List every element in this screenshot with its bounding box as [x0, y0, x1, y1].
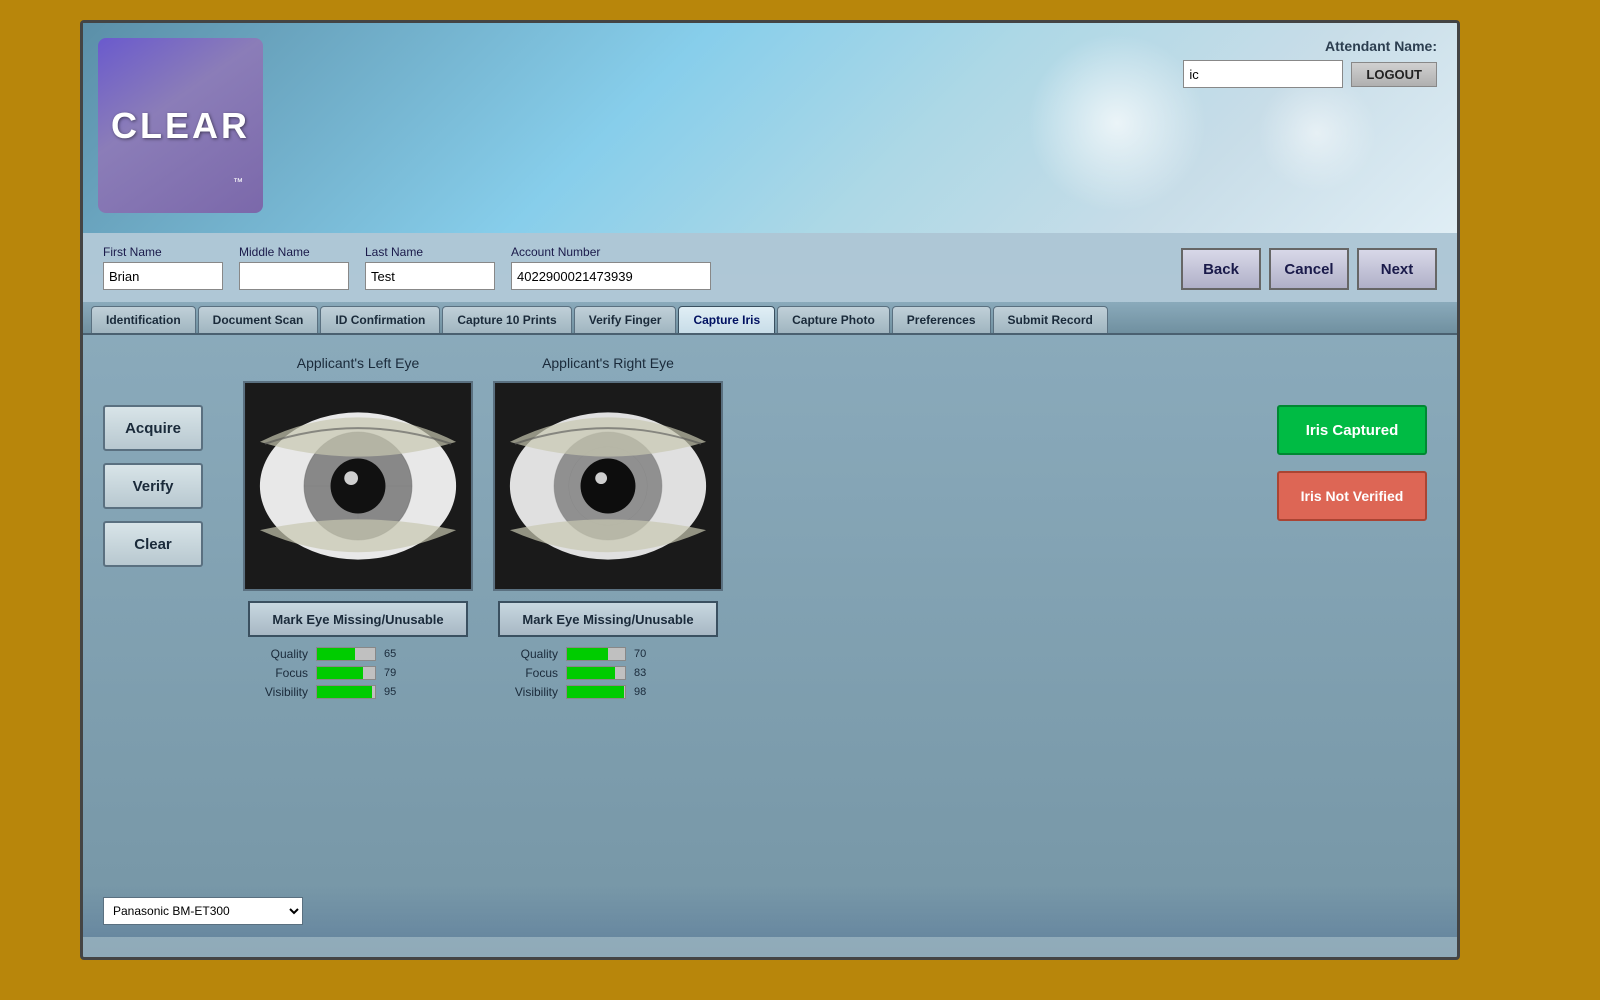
left-focus-bar: [316, 666, 376, 680]
middle-name-label: Middle Name: [239, 245, 349, 259]
left-quality-value: 65: [384, 648, 396, 660]
logo-box: CLEAR ™: [98, 38, 263, 213]
account-number-group: Account Number: [511, 245, 711, 290]
left-quality-fill: [317, 648, 355, 660]
left-visibility-value: 95: [384, 686, 396, 698]
attendant-label: Attendant Name:: [1325, 38, 1437, 54]
left-quality-row: Quality 65: [248, 647, 468, 661]
verify-button[interactable]: Verify: [103, 463, 203, 509]
right-focus-row: Focus 83: [498, 666, 718, 680]
left-focus-value: 79: [384, 667, 396, 679]
right-visibility-value: 98: [634, 686, 646, 698]
left-visibility-label: Visibility: [248, 685, 308, 699]
middle-name-group: Middle Name: [239, 245, 349, 290]
right-focus-bar: [566, 666, 626, 680]
left-visibility-row: Visibility 95: [248, 685, 468, 699]
right-eye-panel: Applicant's Right Eye: [493, 355, 723, 865]
left-mark-eye-button[interactable]: Mark Eye Missing/Unusable: [248, 601, 468, 637]
left-quality-section: Quality 65 Focus 79 Visibi: [248, 647, 468, 699]
right-quality-value: 70: [634, 648, 646, 660]
tab-capture-photo[interactable]: Capture Photo: [777, 306, 890, 333]
tab-identification[interactable]: Identification: [91, 306, 196, 333]
clear-button[interactable]: Clear: [103, 521, 203, 567]
right-quality-bar: [566, 647, 626, 661]
iris-not-verified-status: Iris Not Verified: [1277, 471, 1427, 521]
right-visibility-fill: [567, 686, 624, 698]
right-eye-svg: [495, 383, 721, 589]
header-right: Attendant Name: LOGOUT: [1183, 38, 1437, 88]
first-name-group: First Name: [103, 245, 223, 290]
next-button[interactable]: Next: [1357, 248, 1437, 290]
tab-verify-finger[interactable]: Verify Finger: [574, 306, 677, 333]
main-content: Acquire Verify Clear Applicant's Left Ey…: [83, 335, 1457, 885]
left-visibility-bar: [316, 685, 376, 699]
form-buttons: Back Cancel Next: [1181, 248, 1437, 290]
left-controls: Acquire Verify Clear: [103, 355, 223, 865]
left-quality-label: Quality: [248, 647, 308, 661]
acquire-button[interactable]: Acquire: [103, 405, 203, 451]
right-focus-value: 83: [634, 667, 646, 679]
right-quality-fill: [567, 648, 608, 660]
left-eye-title: Applicant's Left Eye: [297, 355, 420, 371]
right-focus-label: Focus: [498, 666, 558, 680]
right-quality-label: Quality: [498, 647, 558, 661]
attendant-input[interactable]: [1183, 60, 1343, 88]
tab-preferences[interactable]: Preferences: [892, 306, 991, 333]
tab-capture-iris[interactable]: Capture Iris: [678, 306, 775, 333]
tab-id-confirmation[interactable]: ID Confirmation: [320, 306, 440, 333]
tab-submit-record[interactable]: Submit Record: [993, 306, 1108, 333]
screen-container: CLEAR ™ Attendant Name: LOGOUT First Nam…: [80, 20, 1460, 960]
tab-document-scan[interactable]: Document Scan: [198, 306, 319, 333]
first-name-label: First Name: [103, 245, 223, 259]
right-visibility-bar: [566, 685, 626, 699]
attendant-row: LOGOUT: [1183, 60, 1437, 88]
left-quality-bar: [316, 647, 376, 661]
device-select[interactable]: Panasonic BM-ET300: [103, 897, 303, 925]
form-area: First Name Middle Name Last Name Account…: [83, 233, 1457, 302]
last-name-label: Last Name: [365, 245, 495, 259]
last-name-input[interactable]: [365, 262, 495, 290]
logout-button[interactable]: LOGOUT: [1351, 62, 1437, 87]
right-quality-row: Quality 70: [498, 647, 718, 661]
left-eye-svg: [245, 383, 471, 589]
right-eye-image: [493, 381, 723, 591]
cancel-button[interactable]: Cancel: [1269, 248, 1349, 290]
right-status: Iris Captured Iris Not Verified: [1277, 355, 1437, 865]
right-quality-section: Quality 70 Focus 83 Visibi: [498, 647, 718, 699]
left-eye-image: [243, 381, 473, 591]
tab-capture-10-prints[interactable]: Capture 10 Prints: [442, 306, 571, 333]
middle-name-input[interactable]: [239, 262, 349, 290]
iris-captured-status: Iris Captured: [1277, 405, 1427, 455]
left-focus-row: Focus 79: [248, 666, 468, 680]
left-eye-panel: Applicant's Left Eye: [243, 355, 473, 865]
right-visibility-row: Visibility 98: [498, 685, 718, 699]
left-focus-label: Focus: [248, 666, 308, 680]
right-mark-eye-button[interactable]: Mark Eye Missing/Unusable: [498, 601, 718, 637]
eyes-container: Applicant's Left Eye: [243, 355, 1257, 865]
back-button[interactable]: Back: [1181, 248, 1261, 290]
right-eye-title: Applicant's Right Eye: [542, 355, 674, 371]
right-visibility-label: Visibility: [498, 685, 558, 699]
account-number-label: Account Number: [511, 245, 711, 259]
right-focus-fill: [567, 667, 615, 679]
logo-trademark: ™: [233, 177, 243, 188]
bottom-bar: Panasonic BM-ET300: [83, 885, 1457, 937]
logo-text: CLEAR: [111, 105, 250, 147]
left-visibility-fill: [317, 686, 372, 698]
header: CLEAR ™ Attendant Name: LOGOUT: [83, 23, 1457, 233]
left-focus-fill: [317, 667, 363, 679]
last-name-group: Last Name: [365, 245, 495, 290]
first-name-input[interactable]: [103, 262, 223, 290]
account-number-input[interactable]: [511, 262, 711, 290]
tabs-bar: Identification Document Scan ID Confirma…: [83, 302, 1457, 335]
